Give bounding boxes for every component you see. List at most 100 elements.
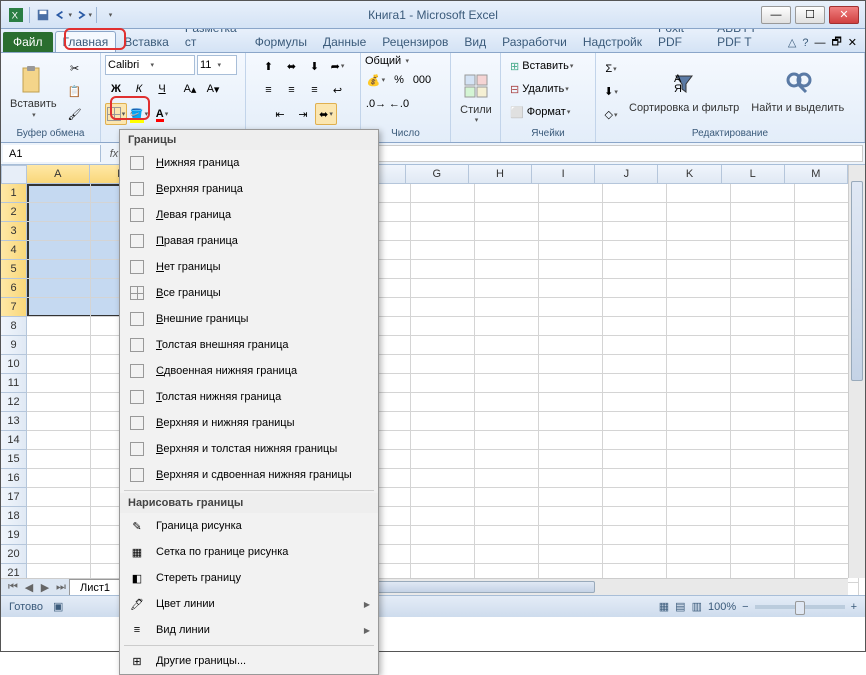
- cell[interactable]: [475, 241, 539, 260]
- cell[interactable]: [27, 298, 91, 317]
- cell[interactable]: [475, 450, 539, 469]
- cell[interactable]: [667, 317, 731, 336]
- minimize-ribbon-icon[interactable]: △: [788, 36, 796, 49]
- cell[interactable]: [475, 431, 539, 450]
- row-header[interactable]: 11: [1, 374, 27, 393]
- cell[interactable]: [731, 488, 795, 507]
- number-format-combo[interactable]: Общий▾: [365, 55, 445, 67]
- cell[interactable]: [411, 526, 475, 545]
- cell[interactable]: [603, 488, 667, 507]
- col-header[interactable]: J: [595, 165, 658, 184]
- currency-icon[interactable]: 💰▾: [365, 69, 387, 91]
- cell[interactable]: [411, 355, 475, 374]
- cell[interactable]: [411, 279, 475, 298]
- cell[interactable]: [539, 241, 603, 260]
- cell[interactable]: [667, 222, 731, 241]
- row-header[interactable]: 14: [1, 431, 27, 450]
- cell[interactable]: [731, 241, 795, 260]
- cell[interactable]: [27, 355, 91, 374]
- cell[interactable]: [731, 203, 795, 222]
- row-header[interactable]: 6: [1, 279, 27, 298]
- undo-icon[interactable]: ▾: [54, 6, 72, 24]
- cell[interactable]: [603, 412, 667, 431]
- cell[interactable]: [603, 260, 667, 279]
- cell[interactable]: [667, 203, 731, 222]
- tab-view[interactable]: Вид: [456, 31, 494, 52]
- cell[interactable]: [27, 317, 91, 336]
- cell[interactable]: [667, 336, 731, 355]
- zoom-level[interactable]: 100%: [708, 601, 736, 613]
- delete-cells-button[interactable]: ⊟ Удалить▾: [505, 78, 591, 100]
- cell[interactable]: [731, 450, 795, 469]
- border-topbottom[interactable]: Верхняя и нижняя границы: [120, 410, 378, 436]
- cell[interactable]: [475, 317, 539, 336]
- cell[interactable]: [667, 374, 731, 393]
- cell[interactable]: [411, 241, 475, 260]
- select-all-corner[interactable]: [1, 165, 27, 184]
- col-header[interactable]: H: [469, 165, 532, 184]
- cell[interactable]: [411, 336, 475, 355]
- cell[interactable]: [603, 431, 667, 450]
- cell[interactable]: [731, 355, 795, 374]
- cell[interactable]: [411, 393, 475, 412]
- cell[interactable]: [603, 355, 667, 374]
- cell[interactable]: [475, 279, 539, 298]
- col-header[interactable]: G: [406, 165, 469, 184]
- cell[interactable]: [731, 317, 795, 336]
- align-center-icon[interactable]: ≡: [281, 79, 303, 101]
- border-dblbottom[interactable]: Сдвоенная нижняя граница: [120, 358, 378, 384]
- cell[interactable]: [667, 412, 731, 431]
- macro-record-icon[interactable]: ▣: [53, 600, 63, 613]
- col-header[interactable]: I: [532, 165, 595, 184]
- row-header[interactable]: 2: [1, 203, 27, 222]
- col-header[interactable]: L: [722, 165, 785, 184]
- cell[interactable]: [603, 526, 667, 545]
- cell[interactable]: [731, 469, 795, 488]
- cell[interactable]: [411, 469, 475, 488]
- styles-button[interactable]: Стили ▾: [455, 67, 497, 127]
- border-top[interactable]: Верхняя граница: [120, 176, 378, 202]
- grow-font-button[interactable]: A▴: [179, 78, 201, 100]
- cell[interactable]: [27, 241, 91, 260]
- format-painter-icon[interactable]: 🖌: [64, 104, 86, 126]
- cell[interactable]: [603, 317, 667, 336]
- cell[interactable]: [475, 526, 539, 545]
- cell[interactable]: [27, 450, 91, 469]
- cell[interactable]: [27, 526, 91, 545]
- fill-color-button[interactable]: 🪣▾: [128, 103, 150, 125]
- cell[interactable]: [475, 184, 539, 203]
- row-header[interactable]: 12: [1, 393, 27, 412]
- merge-cells-icon[interactable]: ⬌▾: [315, 103, 337, 125]
- cell[interactable]: [27, 184, 91, 203]
- zoom-slider[interactable]: [755, 605, 845, 609]
- border-all[interactable]: Все границы: [120, 280, 378, 306]
- cell[interactable]: [475, 412, 539, 431]
- cell[interactable]: [731, 393, 795, 412]
- tab-file[interactable]: Файл: [3, 32, 53, 52]
- col-header[interactable]: M: [785, 165, 848, 184]
- cell[interactable]: [603, 374, 667, 393]
- cell[interactable]: [27, 336, 91, 355]
- row-header[interactable]: 10: [1, 355, 27, 374]
- cell[interactable]: [731, 374, 795, 393]
- row-header[interactable]: 7: [1, 298, 27, 317]
- cell[interactable]: [475, 507, 539, 526]
- cell[interactable]: [539, 545, 603, 564]
- cell[interactable]: [27, 374, 91, 393]
- cell[interactable]: [411, 412, 475, 431]
- borders-button[interactable]: ▾: [105, 103, 127, 125]
- doc-restore-icon[interactable]: 🗗: [831, 33, 841, 52]
- cell[interactable]: [27, 260, 91, 279]
- cell[interactable]: [603, 241, 667, 260]
- cell[interactable]: [539, 526, 603, 545]
- cell[interactable]: [539, 298, 603, 317]
- row-header[interactable]: 9: [1, 336, 27, 355]
- cell[interactable]: [475, 298, 539, 317]
- cell[interactable]: [667, 545, 731, 564]
- cell[interactable]: [27, 507, 91, 526]
- cell[interactable]: [411, 488, 475, 507]
- border-none[interactable]: Нет границы: [120, 254, 378, 280]
- border-erase[interactable]: ◧Стереть границу: [120, 565, 378, 591]
- paste-button[interactable]: Вставить ▾: [5, 61, 62, 121]
- font-name-combo[interactable]: Calibri▾: [105, 55, 195, 75]
